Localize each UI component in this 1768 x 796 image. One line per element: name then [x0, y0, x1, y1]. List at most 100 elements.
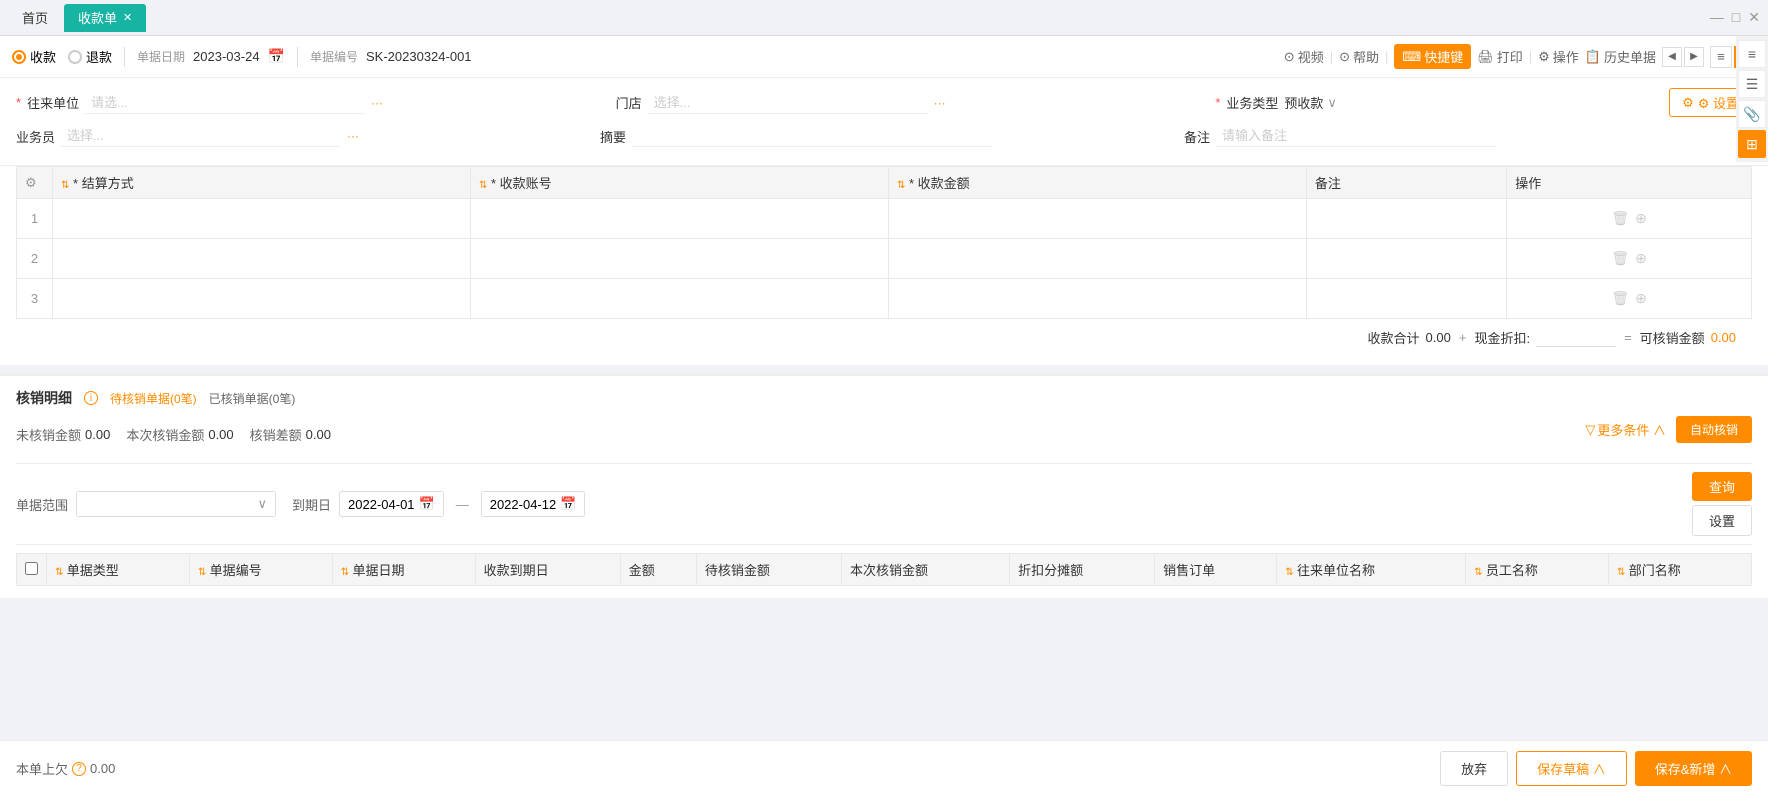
- sidebar-icon-3[interactable]: 📎: [1738, 100, 1766, 128]
- bottom-actions: 放弃 保存草稿 ∧ 保存&新增 ∧: [1440, 751, 1752, 786]
- delete-icon-2[interactable]: 🗑: [1611, 250, 1629, 267]
- biz-type-field: * 业务类型 预收款 ∨: [1215, 93, 1653, 112]
- query-button[interactable]: 查询: [1692, 472, 1752, 501]
- store-input[interactable]: [648, 92, 928, 114]
- cell-amount-3[interactable]: [888, 279, 1306, 319]
- sidebar-icon-4[interactable]: ⊞: [1738, 130, 1766, 158]
- salesperson-input[interactable]: [61, 125, 341, 147]
- verify-title: 核销明细: [16, 388, 72, 408]
- cell-amount-2[interactable]: [888, 239, 1306, 279]
- verify-info-icon[interactable]: i: [84, 391, 98, 405]
- cell-account-1[interactable]: [470, 199, 888, 239]
- pending-tab[interactable]: 待核销单据(0笔): [110, 390, 197, 407]
- total-field: 收款合计 0.00: [1368, 328, 1451, 347]
- discount-input[interactable]: [1536, 327, 1616, 347]
- counterpart-req: *: [16, 95, 21, 110]
- prev-arrow[interactable]: ◀: [1662, 47, 1682, 67]
- salesperson-more[interactable]: ···: [347, 129, 359, 143]
- auto-verify-button[interactable]: 自动核销: [1676, 416, 1752, 443]
- divider-2: [297, 47, 298, 67]
- calendar-icon-end[interactable]: 📅: [560, 496, 576, 512]
- summary-input[interactable]: [632, 125, 992, 147]
- th-gear[interactable]: ⚙: [17, 167, 53, 199]
- sidebar-icon-2[interactable]: ☰: [1738, 70, 1766, 98]
- table-gear-icon[interactable]: ⚙: [25, 175, 37, 190]
- summary-field: 摘要: [600, 125, 1168, 147]
- counterpart-input[interactable]: [85, 92, 365, 114]
- help-icon: ⊙: [1339, 49, 1350, 65]
- video-btn[interactable]: ⊙ 视频: [1284, 47, 1324, 66]
- copy-icon-2[interactable]: ⊕: [1635, 250, 1647, 267]
- cell-settle-3[interactable]: [53, 279, 471, 319]
- sort-doc-type: ⇅: [55, 567, 63, 578]
- filter-settings-button[interactable]: 设置: [1692, 505, 1752, 536]
- date-end-input[interactable]: 2022-04-12 📅: [481, 491, 586, 517]
- list-view-btn[interactable]: ≡: [1710, 46, 1732, 68]
- save-new-button[interactable]: 保存&新增 ∧: [1635, 751, 1752, 786]
- bottom-info-label: 本单上欠 ? 0.00: [16, 759, 115, 778]
- print-btn[interactable]: 🖨 打印: [1477, 47, 1523, 66]
- delete-icon-1[interactable]: 🗑: [1611, 210, 1629, 227]
- history-btn[interactable]: 📋 历史单据: [1585, 47, 1656, 66]
- select-all-checkbox[interactable]: [25, 562, 38, 575]
- copy-icon-3[interactable]: ⊕: [1635, 290, 1647, 307]
- due-label: 到期日: [292, 495, 331, 514]
- cell-account-2[interactable]: [470, 239, 888, 279]
- shortcut-btn[interactable]: ⌨ 快捷键: [1394, 44, 1471, 69]
- tab-receipt-label: 收款单: [78, 8, 117, 27]
- biz-type-select[interactable]: 预收款 ∨: [1284, 93, 1653, 112]
- maximize-btn[interactable]: □: [1732, 9, 1740, 26]
- note-label: 备注: [1184, 127, 1210, 146]
- bottom-info-icon[interactable]: ?: [72, 762, 86, 776]
- cell-amount-1[interactable]: [888, 199, 1306, 239]
- cell-note-3[interactable]: [1306, 279, 1506, 319]
- toolbar-right: ⊙ 视频 | ⊙ 帮助 | ⌨ 快捷键 🖨 打印 | ⚙ 操作 📋 历史单据 ◀…: [1284, 44, 1756, 69]
- window-controls: — □ ✕: [1710, 9, 1760, 26]
- sort-icon-settle: ⇅: [61, 180, 69, 191]
- help-btn[interactable]: ⊙ 帮助: [1339, 47, 1379, 66]
- store-more[interactable]: ···: [934, 96, 946, 110]
- note-input[interactable]: [1216, 125, 1496, 147]
- tab-home[interactable]: 首页: [8, 4, 62, 32]
- ops-btn[interactable]: ⚙ 操作: [1538, 47, 1579, 66]
- cell-settle-1[interactable]: [53, 199, 471, 239]
- cell-account-3[interactable]: [470, 279, 888, 319]
- copy-icon-1[interactable]: ⊕: [1635, 210, 1647, 227]
- cell-settle-2[interactable]: [53, 239, 471, 279]
- date-icon[interactable]: 📅: [268, 48, 285, 65]
- delete-icon-3[interactable]: 🗑: [1611, 290, 1629, 307]
- discard-button[interactable]: 放弃: [1440, 751, 1508, 786]
- tab-home-label: 首页: [22, 8, 48, 27]
- th-checkbox[interactable]: [17, 554, 47, 586]
- counterpart-more[interactable]: ···: [371, 96, 383, 110]
- date-start-input[interactable]: 2022-04-01 📅: [339, 491, 444, 517]
- th-settle-label: 结算方式: [82, 176, 134, 191]
- discount-label: 现金折扣:: [1474, 328, 1530, 347]
- more-conditions-btn[interactable]: ▽ 更多条件 ∧: [1585, 420, 1666, 439]
- tab-receipt[interactable]: 收款单 ✕: [64, 4, 146, 32]
- calendar-icon-start[interactable]: 📅: [419, 496, 435, 512]
- tab-close-icon[interactable]: ✕: [123, 11, 132, 24]
- range-field: 单据范围 ∨: [16, 491, 276, 517]
- range-select[interactable]: ∨: [76, 491, 276, 517]
- th-account-label: 收款账号: [500, 176, 552, 191]
- th-amount: ⇅ * 收款金额: [888, 167, 1306, 199]
- result-label: 可核销金额: [1640, 328, 1705, 347]
- sidebar-icon-1[interactable]: ≡: [1738, 40, 1766, 68]
- cell-note-2[interactable]: [1306, 239, 1506, 279]
- right-sidebar: ≡ ☰ 📎 ⊞: [1736, 36, 1768, 162]
- unverified-label: 未核销金额: [16, 425, 81, 444]
- minimize-btn[interactable]: —: [1710, 9, 1724, 26]
- th-discount: 折扣分摊额: [1010, 554, 1155, 586]
- diff-label: 核销差额: [250, 425, 302, 444]
- next-arrow[interactable]: ▶: [1684, 47, 1704, 67]
- radio-refund[interactable]: 退款: [68, 47, 112, 66]
- cell-note-1[interactable]: [1306, 199, 1506, 239]
- done-tab[interactable]: 已核销单据(0笔): [209, 390, 296, 407]
- result-field: 可核销金额 0.00: [1640, 328, 1736, 347]
- close-btn[interactable]: ✕: [1748, 9, 1760, 26]
- save-draft-button[interactable]: 保存草稿 ∧: [1516, 751, 1627, 786]
- radio-collect[interactable]: 收款: [12, 47, 56, 66]
- th-ops-label: 操作: [1515, 176, 1541, 191]
- th-note-label: 备注: [1315, 176, 1341, 191]
